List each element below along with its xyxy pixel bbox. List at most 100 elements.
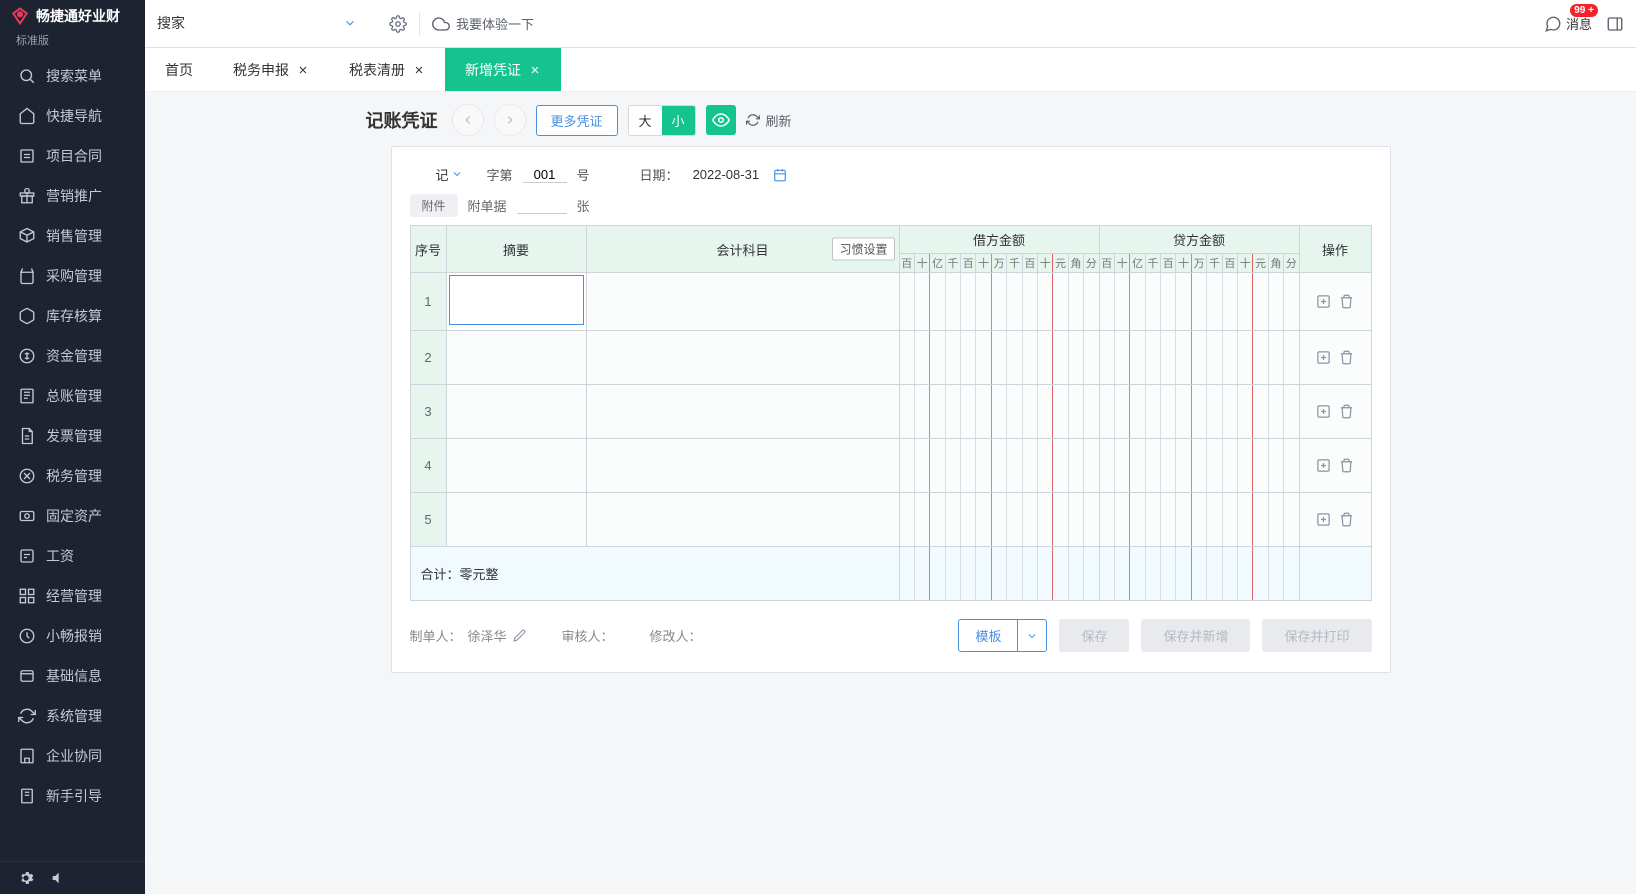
sidebar-item-10[interactable]: 税务管理 [0,456,145,496]
calendar-icon[interactable] [773,168,787,182]
sidebar-item-4[interactable]: 销售管理 [0,216,145,256]
sidebar-item-label: 搜索菜单 [46,66,102,86]
add-row-icon[interactable] [1316,404,1331,419]
add-row-icon[interactable] [1316,350,1331,365]
debit-cell[interactable] [899,385,1099,439]
date-value[interactable]: 2022-08-31 [689,167,764,182]
debit-cell[interactable] [899,273,1099,331]
summary-cell[interactable] [446,385,586,439]
template-button-main[interactable]: 模板 [959,620,1017,651]
sidebar-item-0[interactable]: 搜索菜单 [0,56,145,96]
save-print-button[interactable]: 保存并打印 [1262,619,1371,652]
debit-cell[interactable] [899,439,1099,493]
next-voucher-button[interactable] [494,104,526,136]
sidebar-item-7[interactable]: 资金管理 [0,336,145,376]
subject-cell[interactable] [586,439,899,493]
volume-icon[interactable] [50,870,66,886]
sidebar-item-12[interactable]: 工资 [0,536,145,576]
tab-0[interactable]: 首页 [145,48,213,91]
tab-3[interactable]: 新增凭证 [445,48,561,91]
digit-label: 百 [1100,254,1114,272]
tab-1[interactable]: 税务申报 [213,48,329,91]
sidebar-item-3[interactable]: 营销推广 [0,176,145,216]
add-row-icon[interactable] [1316,294,1331,309]
voucher-card: 记 字第 号 日期： 2022-08-31 附件 附单据 张 [391,146,1391,673]
delete-row-icon[interactable] [1339,458,1354,473]
refresh-button[interactable]: 刷新 [746,111,792,130]
gear-icon[interactable] [18,870,34,886]
sidebar-item-1[interactable]: 快捷导航 [0,96,145,136]
sidebar-item-18[interactable]: 新手引导 [0,776,145,816]
sidebar-item-8[interactable]: 总账管理 [0,376,145,416]
sidebar-item-13[interactable]: 经营管理 [0,576,145,616]
sidebar-item-2[interactable]: 项目合同 [0,136,145,176]
seq-cell: 2 [410,331,446,385]
subject-cell[interactable] [586,385,899,439]
save-button[interactable]: 保存 [1059,619,1129,652]
credit-cell[interactable] [1099,331,1299,385]
arrow-right-icon [503,113,517,127]
subject-cell[interactable] [586,493,899,547]
close-icon[interactable] [297,64,309,76]
tab-2[interactable]: 税表清册 [329,48,445,91]
summary-input[interactable] [449,275,584,325]
sidebar-item-9[interactable]: 发票管理 [0,416,145,456]
digit-label: 元 [1052,254,1067,272]
credit-cell[interactable] [1099,273,1299,331]
digit-label: 角 [1268,254,1283,272]
debit-cell[interactable] [899,493,1099,547]
search-input[interactable] [157,11,337,35]
prev-voucher-button[interactable] [452,104,484,136]
close-icon[interactable] [413,64,425,76]
sidebar-item-5[interactable]: 采购管理 [0,256,145,296]
sheets-input[interactable] [517,198,567,214]
subject-cell[interactable] [586,331,899,385]
credit-cell[interactable] [1099,439,1299,493]
credit-cell[interactable] [1099,385,1299,439]
summary-cell[interactable] [446,331,586,385]
seq-cell: 3 [410,385,446,439]
sidebar-item-15[interactable]: 基础信息 [0,656,145,696]
delete-row-icon[interactable] [1339,294,1354,309]
attachment-pill[interactable]: 附件 [410,194,458,217]
sidebar-item-16[interactable]: 系统管理 [0,696,145,736]
debit-cell[interactable] [899,331,1099,385]
add-row-icon[interactable] [1316,458,1331,473]
more-vouchers-button[interactable]: 更多凭证 [536,105,618,136]
side-panel-icon[interactable] [1606,15,1624,33]
close-icon[interactable] [529,64,541,76]
sidebar-item-14[interactable]: 小畅报销 [0,616,145,656]
voucher-number-input[interactable] [523,167,567,183]
loop-icon [18,707,36,725]
template-button[interactable]: 模板 [958,619,1047,652]
digit-label: 十 [1114,254,1129,272]
try-experience-link[interactable]: 我要体验一下 [432,14,534,33]
add-row-icon[interactable] [1316,512,1331,527]
sidebar-item-11[interactable]: 固定资产 [0,496,145,536]
delete-row-icon[interactable] [1339,404,1354,419]
nav-list: 搜索菜单快捷导航项目合同营销推广销售管理采购管理库存核算资金管理总账管理发票管理… [0,56,145,861]
chevron-down-icon[interactable] [343,16,357,30]
brand-sub: 标准版 [0,32,145,56]
sidebar-item-6[interactable]: 库存核算 [0,296,145,336]
messages-button[interactable]: 消息 99 + [1544,14,1592,33]
size-small-option[interactable]: 小 [662,106,695,135]
summary-cell[interactable] [446,493,586,547]
summary-cell[interactable] [446,439,586,493]
voucher-row: 5 [410,493,1371,547]
delete-row-icon[interactable] [1339,350,1354,365]
voucher-type[interactable]: 记 [428,163,477,186]
sidebar-item-17[interactable]: 企业协同 [0,736,145,776]
subject-cell[interactable] [586,273,899,331]
template-button-dropdown[interactable] [1017,620,1046,651]
size-large-option[interactable]: 大 [629,106,662,135]
habit-settings-button[interactable]: 习惯设置 [832,238,894,261]
preview-button[interactable] [706,105,736,135]
messages-badge: 99 + [1570,4,1598,17]
settings-icon[interactable] [389,15,407,33]
edit-icon[interactable] [513,629,526,642]
credit-cell[interactable] [1099,493,1299,547]
save-new-button[interactable]: 保存并新增 [1141,619,1250,652]
tax-icon [18,467,36,485]
delete-row-icon[interactable] [1339,512,1354,527]
